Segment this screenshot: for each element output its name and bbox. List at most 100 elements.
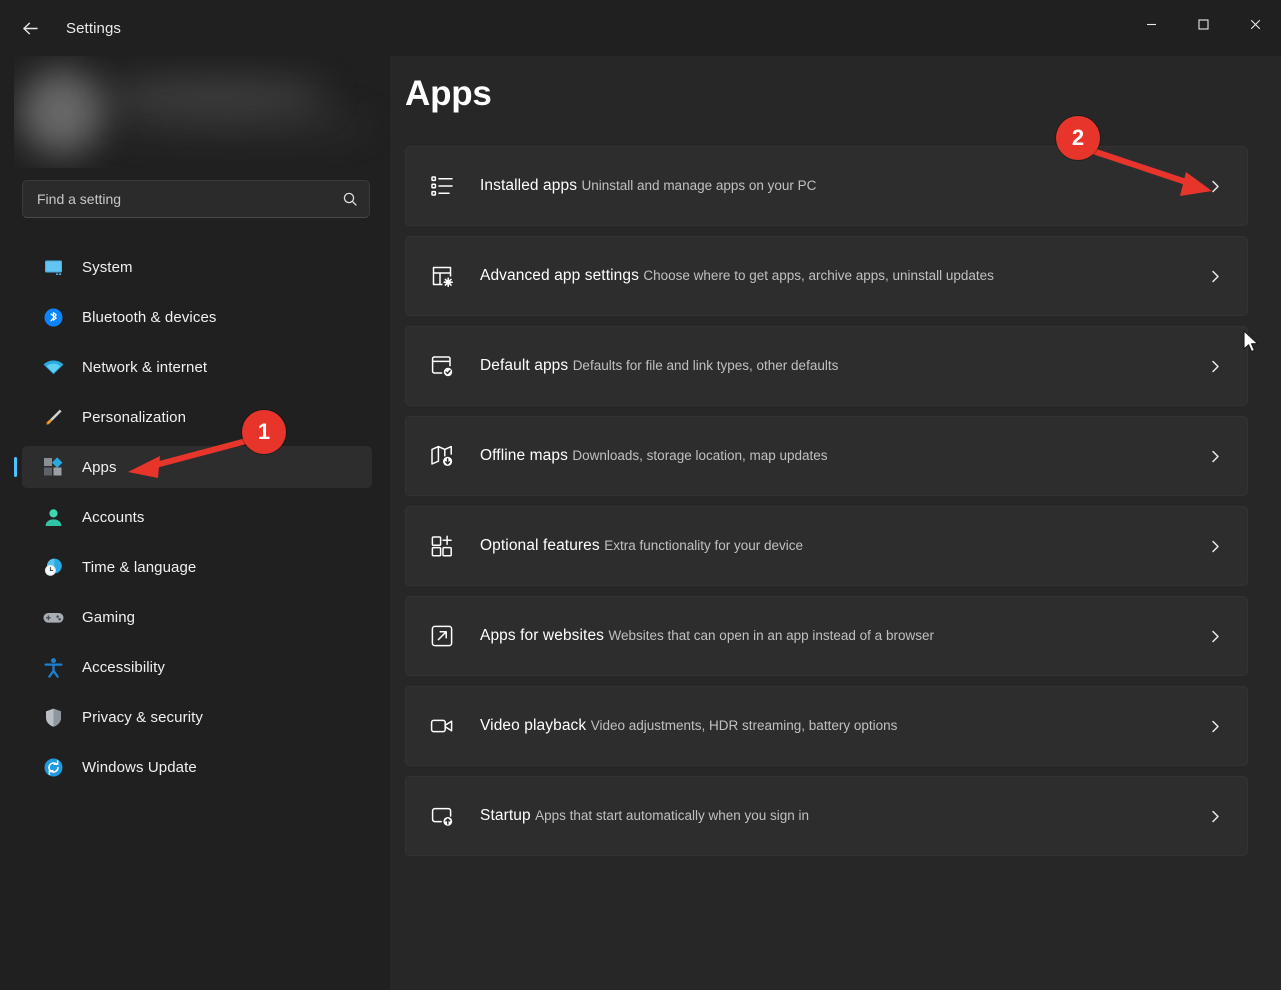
account-header-blurred[interactable]: [14, 56, 390, 168]
main-content: Apps Installed apps Uninstall and manage…: [390, 56, 1281, 990]
window-gear-icon: [426, 260, 458, 292]
sidebar-item-windows-update[interactable]: Windows Update: [22, 746, 372, 788]
card-title: Video playback: [480, 717, 587, 734]
card-text: Installed apps Uninstall and manage apps…: [480, 176, 1193, 196]
paintbrush-icon: [38, 402, 68, 432]
video-camera-icon: [426, 710, 458, 742]
external-link-icon: [426, 620, 458, 652]
card-text: Default apps Defaults for file and link …: [480, 356, 1193, 376]
sidebar-item-personalization[interactable]: Personalization: [22, 396, 372, 438]
card-chevron-optional-features[interactable]: [1193, 539, 1237, 554]
card-title: Default apps: [480, 357, 569, 374]
card-title: Apps for websites: [480, 627, 605, 644]
card-text: Video playback Video adjustments, HDR st…: [480, 716, 1193, 736]
sidebar-item-label: Windows Update: [82, 758, 197, 776]
card-installed-apps[interactable]: Installed apps Uninstall and manage apps…: [405, 146, 1248, 226]
app-title: Settings: [66, 19, 121, 37]
sidebar-item-privacy-security[interactable]: Privacy & security: [22, 696, 372, 738]
close-icon[interactable]: [1229, 0, 1281, 48]
selection-indicator: [14, 457, 17, 477]
card-text: Offline maps Downloads, storage location…: [480, 446, 1193, 466]
card-subtitle: Extra functionality for your device: [604, 538, 804, 553]
map-download-icon: [426, 440, 458, 472]
sidebar-item-label: Accessibility: [82, 658, 165, 676]
clock-globe-icon: [38, 552, 68, 582]
card-default-apps[interactable]: Default apps Defaults for file and link …: [405, 326, 1248, 406]
sidebar-item-label: Time & language: [82, 558, 197, 576]
maximize-icon[interactable]: [1177, 0, 1229, 48]
sidebar-item-label: Network & internet: [82, 358, 208, 376]
card-text: Optional features Extra functionality fo…: [480, 536, 1193, 556]
back-arrow-icon[interactable]: [12, 10, 48, 46]
account-name-redacted: [100, 78, 330, 112]
sidebar-item-gaming[interactable]: Gaming: [22, 596, 372, 638]
sidebar-item-label: System: [82, 258, 133, 276]
card-chevron-video-playback[interactable]: [1193, 719, 1237, 734]
sidebar-item-accessibility[interactable]: Accessibility: [22, 646, 372, 688]
card-chevron-startup[interactable]: [1193, 809, 1237, 824]
card-optional-features[interactable]: Optional features Extra functionality fo…: [405, 506, 1248, 586]
search-input[interactable]: [23, 191, 331, 207]
person-icon: [38, 502, 68, 532]
card-title: Offline maps: [480, 447, 568, 464]
sidebar-item-network-internet[interactable]: Network & internet: [22, 346, 372, 388]
card-subtitle: Defaults for file and link types, other …: [572, 358, 839, 373]
accessibility-icon: [38, 652, 68, 682]
sidebar-item-label: Apps: [82, 458, 117, 476]
card-title: Optional features: [480, 537, 600, 554]
sidebar-item-label: Gaming: [82, 608, 136, 626]
sidebar-item-accounts[interactable]: Accounts: [22, 496, 372, 538]
sidebar-item-apps[interactable]: Apps: [14, 446, 372, 488]
card-subtitle: Choose where to get apps, archive apps, …: [643, 268, 994, 283]
card-chevron-installed-apps[interactable]: [1193, 179, 1237, 194]
sidebar-item-label: Personalization: [82, 408, 187, 426]
sidebar: System Bluetooth & devices: [0, 56, 390, 990]
card-video-playback[interactable]: Video playback Video adjustments, HDR st…: [405, 686, 1248, 766]
account-email-redacted: [100, 114, 372, 136]
card-advanced-app-settings[interactable]: Advanced app settings Choose where to ge…: [405, 236, 1248, 316]
apps-grid-icon: [38, 452, 68, 482]
settings-card-list: Installed apps Uninstall and manage apps…: [405, 146, 1250, 866]
search-box[interactable]: [22, 180, 370, 218]
window-check-icon: [426, 350, 458, 382]
search-icon[interactable]: [331, 181, 369, 217]
sidebar-item-time-language[interactable]: Time & language: [22, 546, 372, 588]
title-bar: Settings: [0, 0, 1281, 56]
card-text: Startup Apps that start automatically wh…: [480, 806, 1193, 826]
system-icon: [38, 252, 68, 282]
bluetooth-icon: [38, 302, 68, 332]
sidebar-item-system[interactable]: System: [22, 246, 372, 288]
grid-plus-icon: [426, 530, 458, 562]
card-chevron-offline-maps[interactable]: [1193, 449, 1237, 464]
card-title: Startup: [480, 807, 531, 824]
card-title: Installed apps: [480, 177, 578, 194]
window-up-arrow-icon: [426, 800, 458, 832]
card-title: Advanced app settings: [480, 267, 639, 284]
card-apps-for-websites[interactable]: Apps for websites Websites that can open…: [405, 596, 1248, 676]
network-wifi-icon: [38, 352, 68, 382]
sidebar-item-label: Accounts: [82, 508, 145, 526]
card-offline-maps[interactable]: Offline maps Downloads, storage location…: [405, 416, 1248, 496]
card-text: Apps for websites Websites that can open…: [480, 626, 1193, 646]
update-refresh-icon: [38, 752, 68, 782]
window-controls: [1125, 0, 1281, 48]
minimize-icon[interactable]: [1125, 0, 1177, 48]
card-subtitle: Uninstall and manage apps on your PC: [581, 178, 817, 193]
settings-window: Settings Find a setting System Bluetooth…: [0, 0, 1281, 990]
card-chevron-apps-for-websites[interactable]: [1193, 629, 1237, 644]
sidebar-item-bluetooth-devices[interactable]: Bluetooth & devices: [22, 296, 372, 338]
page-title: Apps: [405, 74, 492, 113]
avatar: [20, 70, 104, 154]
card-chevron-advanced-app-settings[interactable]: [1193, 269, 1237, 284]
sidebar-item-label: Bluetooth & devices: [82, 308, 217, 326]
gamepad-icon: [38, 602, 68, 632]
bulleted-list-icon: [426, 170, 458, 202]
card-startup[interactable]: Startup Apps that start automatically wh…: [405, 776, 1248, 856]
shield-icon: [38, 702, 68, 732]
card-chevron-default-apps[interactable]: [1193, 359, 1237, 374]
card-subtitle: Apps that start automatically when you s…: [535, 808, 810, 823]
card-subtitle: Video adjustments, HDR streaming, batter…: [590, 718, 898, 733]
sidebar-nav-list: System Bluetooth & devices Network & int…: [0, 246, 390, 796]
sidebar-item-label: Privacy & security: [82, 708, 203, 726]
card-subtitle: Downloads, storage location, map updates: [572, 448, 828, 463]
